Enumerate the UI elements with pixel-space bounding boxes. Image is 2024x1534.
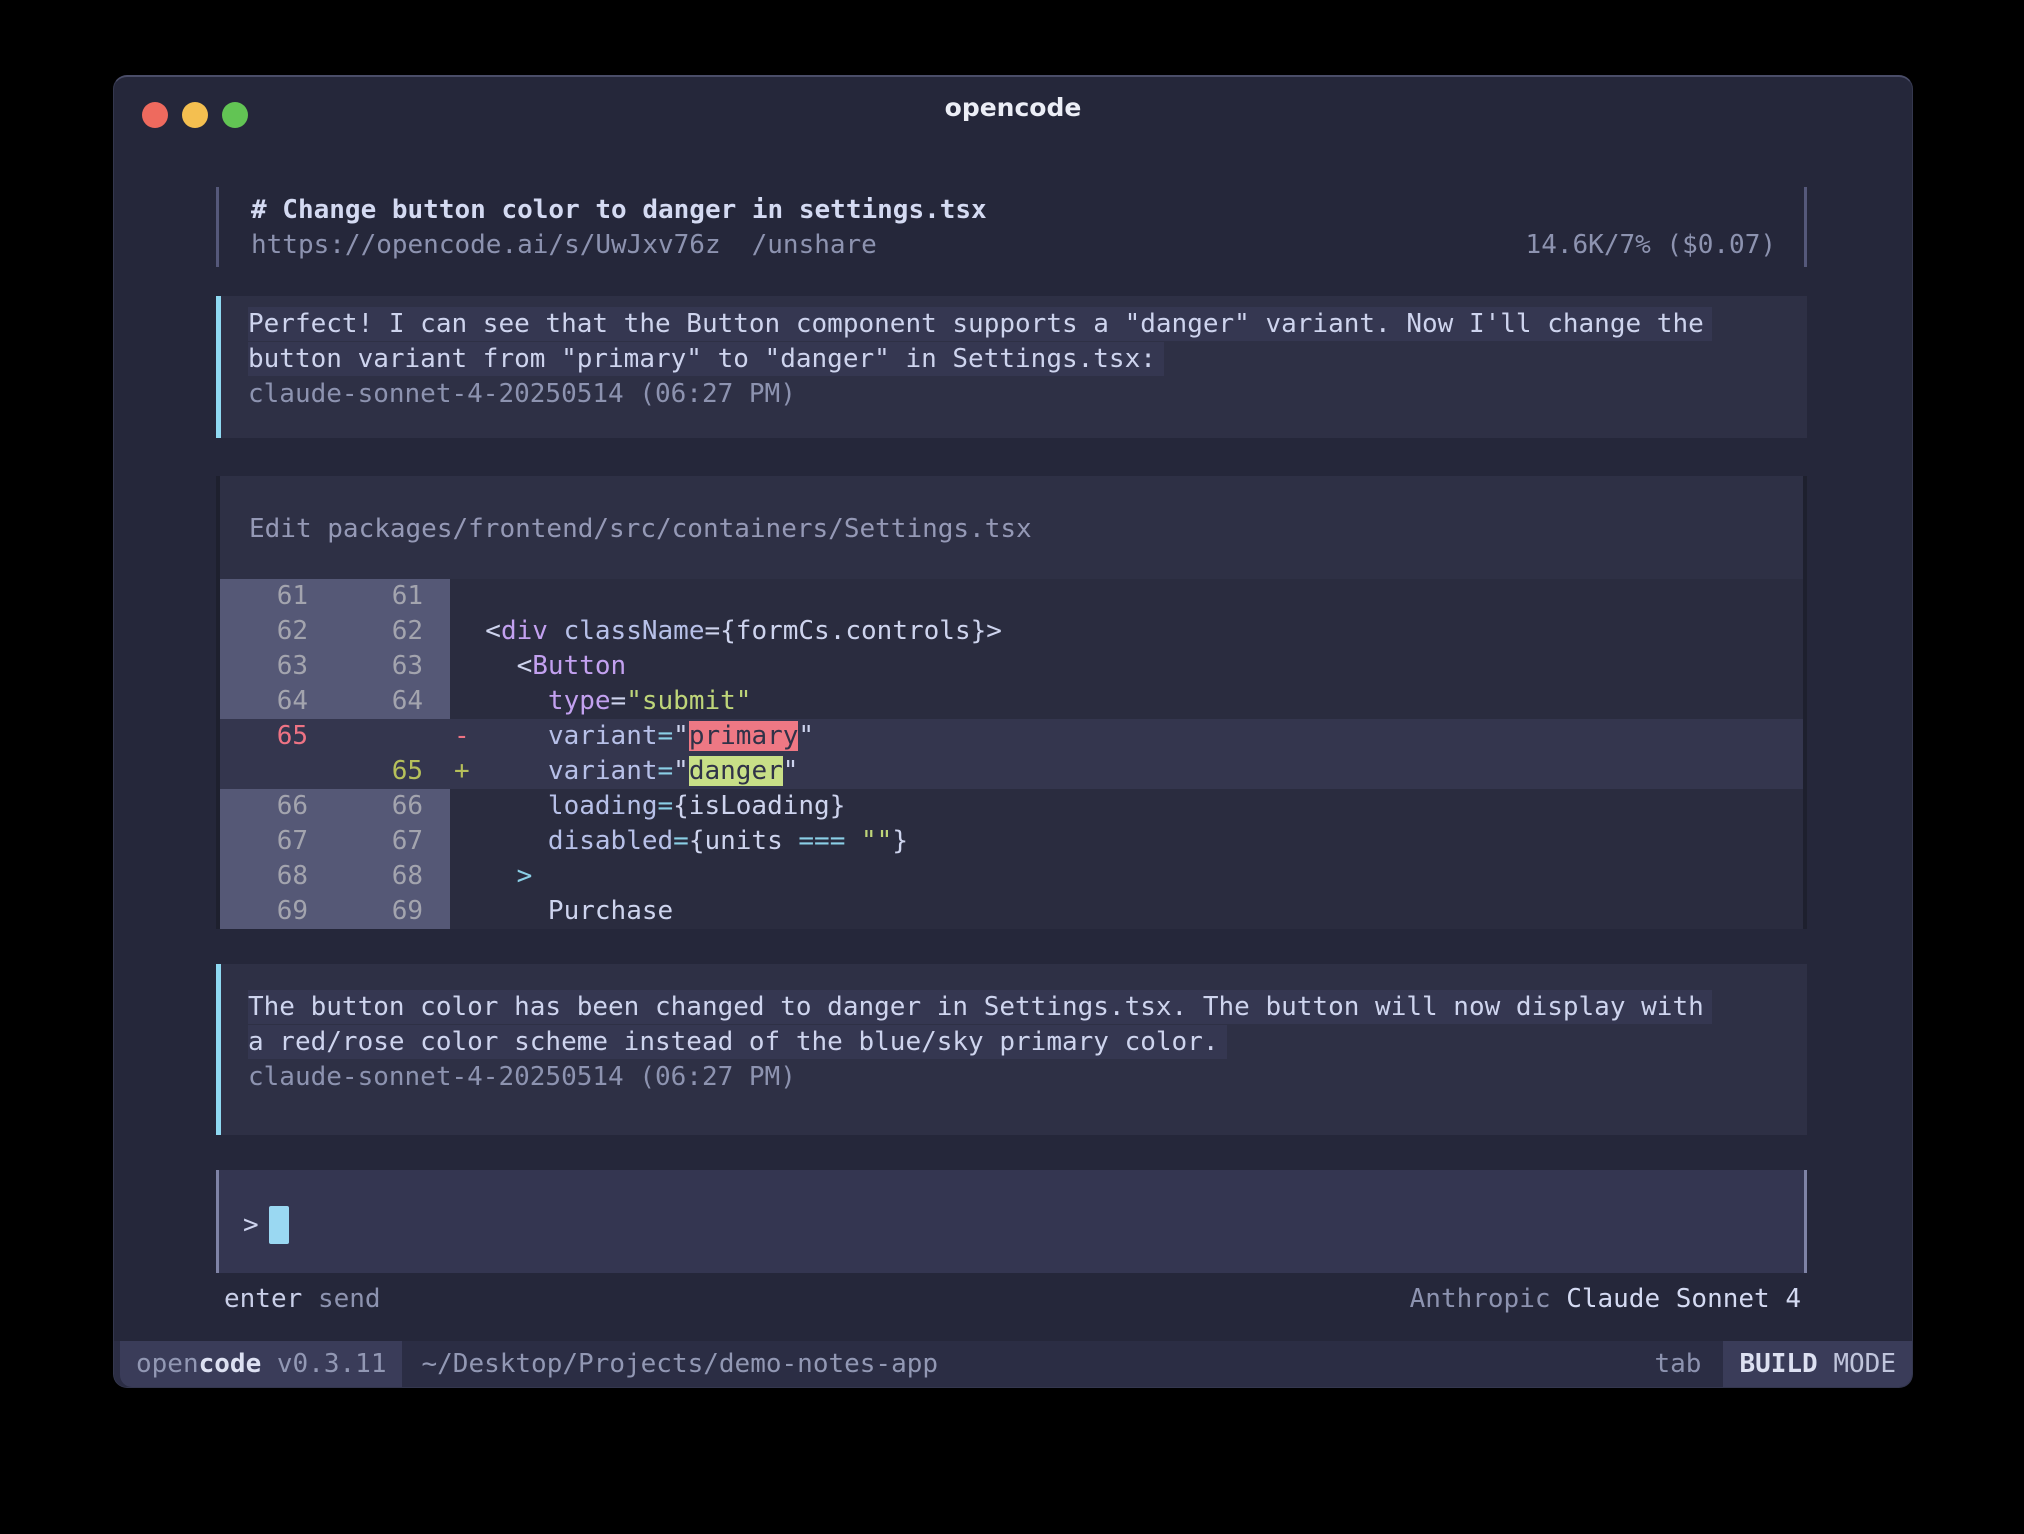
window-title: opencode [114, 93, 1912, 122]
prompt-chevron: > [243, 1210, 259, 1240]
send-action-hint: send [318, 1284, 381, 1314]
share-url[interactable]: https://opencode.ai/s/UwJxv76z [251, 228, 721, 263]
old-line-number: 64 [220, 684, 335, 719]
diff-code-line: <div className={formCs.controls}> [454, 614, 1002, 649]
diff-code-line: - variant="primary" [454, 719, 814, 754]
diff-code-line: Purchase [454, 894, 673, 929]
session-header: # Change button color to danger in setti… [216, 187, 1807, 267]
diff-row: 6464 type="submit" [220, 684, 1803, 719]
message-text-line: Perfect! I can see that the Button compo… [248, 307, 1787, 342]
diff-row: 6767 disabled={units === ""} [220, 824, 1803, 859]
titlebar: opencode [114, 77, 1912, 137]
new-line-number: 62 [335, 614, 450, 649]
new-line-number: 65 [335, 754, 450, 789]
tab-key-hint: tab [1654, 1341, 1701, 1387]
diff-view: 61616262 <div className={formCs.controls… [220, 579, 1803, 929]
new-line-number: 61 [335, 579, 450, 614]
diff-row: 6868 > [220, 859, 1803, 894]
app-version: v0.3.11 [277, 1349, 387, 1379]
assistant-message: Perfect! I can see that the Button compo… [216, 296, 1807, 438]
hints-bar: enter send Anthropic Claude Sonnet 4 [216, 1284, 1807, 1314]
diff-code-line: <Button [454, 649, 626, 684]
old-line-number: 66 [220, 789, 335, 824]
new-line-number: 63 [335, 649, 450, 684]
old-line-number: 69 [220, 894, 335, 929]
model-label: Claude Sonnet 4 [1566, 1284, 1801, 1314]
new-line-number [335, 719, 450, 754]
old-line-number [220, 754, 335, 789]
message-model-meta: claude-sonnet-4-20250514 (06:27 PM) [248, 377, 1787, 412]
old-line-number: 65 [220, 719, 335, 754]
diff-code-line: > [454, 859, 532, 894]
diff-row: 65+ variant="danger" [220, 754, 1803, 789]
message-model-meta: claude-sonnet-4-20250514 (06:27 PM) [248, 1060, 1787, 1095]
diff-code-line: type="submit" [454, 684, 751, 719]
diff-row: 6666 loading={isLoading} [220, 789, 1803, 824]
old-line-number: 67 [220, 824, 335, 859]
diff-row: 6969 Purchase [220, 894, 1803, 929]
assistant-message: The button color has been changed to dan… [216, 964, 1807, 1135]
edit-file-title: Edit packages/frontend/src/containers/Se… [220, 476, 1803, 579]
diff-row: 6161 [220, 579, 1803, 614]
diff-row: 6363 <Button [220, 649, 1803, 684]
brand-open: open [136, 1349, 199, 1379]
edit-tool-card: Edit packages/frontend/src/containers/Se… [216, 476, 1807, 929]
diff-code-line: + variant="danger" [454, 754, 798, 789]
new-line-number: 66 [335, 789, 450, 824]
working-directory: ~/Desktop/Projects/demo-notes-app [421, 1341, 938, 1387]
message-text-line: The button color has been changed to dan… [248, 990, 1787, 1025]
status-bar: opencode v0.3.11 ~/Desktop/Projects/demo… [114, 1341, 1912, 1387]
diff-code-line: disabled={units === ""} [454, 824, 908, 859]
new-line-number: 67 [335, 824, 450, 859]
old-line-number: 62 [220, 614, 335, 649]
message-text-line: button variant from "primary" to "danger… [248, 342, 1787, 377]
enter-key-hint: enter [224, 1284, 302, 1314]
session-title: # Change button color to danger in setti… [251, 193, 1776, 228]
provider-label: Anthropic [1410, 1284, 1551, 1314]
unshare-command[interactable]: /unshare [752, 228, 877, 263]
token-usage: 14.6K/7% ($0.07) [1526, 228, 1776, 263]
text-cursor [269, 1206, 289, 1244]
brand-code: code [199, 1349, 262, 1379]
new-line-number: 68 [335, 859, 450, 894]
app-window: opencode # Change button color to danger… [113, 75, 1913, 1388]
diff-code-line: loading={isLoading} [454, 789, 845, 824]
message-text-line: a red/rose color scheme instead of the b… [248, 1025, 1787, 1060]
new-line-number: 64 [335, 684, 450, 719]
old-line-number: 63 [220, 649, 335, 684]
app-version-segment: opencode v0.3.11 [120, 1341, 402, 1387]
new-line-number: 69 [335, 894, 450, 929]
mode-indicator: BUILD MODE [1723, 1341, 1912, 1387]
prompt-input[interactable]: > [216, 1170, 1807, 1273]
old-line-number: 68 [220, 859, 335, 894]
diff-row: 6262 <div className={formCs.controls}> [220, 614, 1803, 649]
diff-row: 65 - variant="primary" [220, 719, 1803, 754]
old-line-number: 61 [220, 579, 335, 614]
